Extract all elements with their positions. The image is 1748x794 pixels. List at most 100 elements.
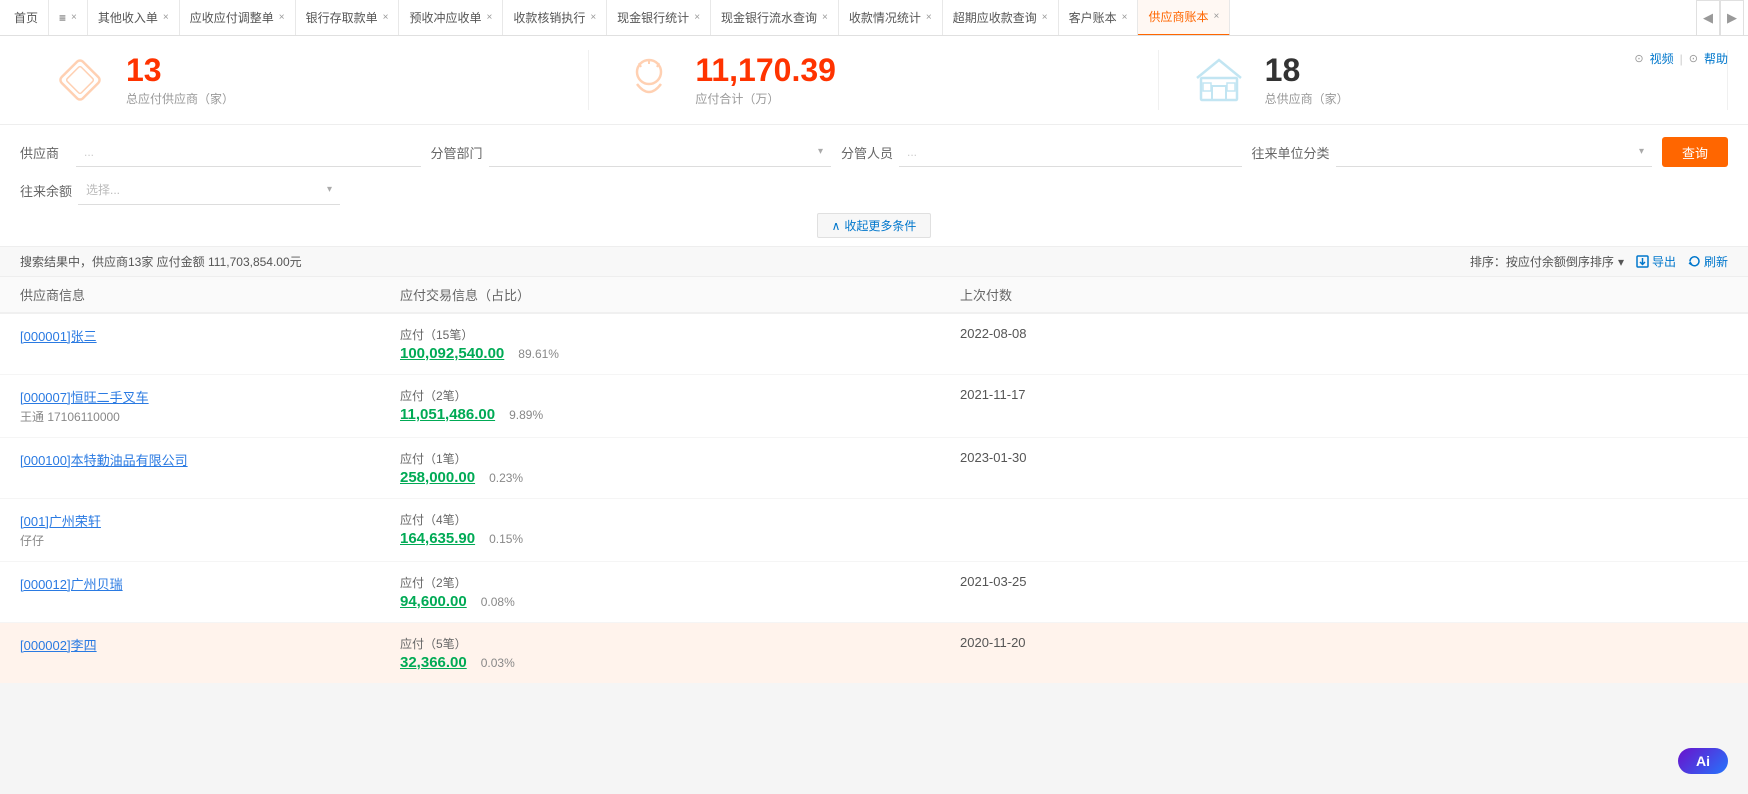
transaction-percent: 0.23% bbox=[489, 471, 523, 485]
last-payment-col: 2021-11-17 bbox=[960, 387, 1728, 402]
supplier-name: [000100]本特勤油品有限公司 bbox=[20, 450, 400, 469]
grain-icon bbox=[619, 50, 679, 110]
last-payment-col: 2021-03-25 bbox=[960, 574, 1728, 589]
diamond-icon bbox=[50, 50, 110, 110]
transaction-label: 应付（1笔） bbox=[400, 450, 960, 467]
col-header-supplier: 供应商信息 bbox=[20, 285, 400, 304]
nav-tab-close-other-income[interactable]: × bbox=[163, 12, 169, 23]
transaction-amount[interactable]: 258,000.00 bbox=[400, 469, 475, 486]
supplier-sub-info: 王通 17106110000 bbox=[20, 408, 400, 425]
collapse-button[interactable]: ∧ 收起更多条件 bbox=[817, 213, 932, 238]
supplier-name: [000001]张三 bbox=[20, 326, 400, 345]
stat-total-supplier-count: 18 bbox=[1265, 53, 1697, 88]
nav-tab-home[interactable]: 首页 bbox=[4, 0, 49, 36]
nav-tab-cash-bank-stat[interactable]: 现金银行统计× bbox=[607, 0, 711, 36]
help-link[interactable]: 帮助 bbox=[1704, 50, 1728, 67]
person-filter-label: 分管人员 bbox=[841, 143, 893, 162]
nav-tab-other-income[interactable]: 其他收入单× bbox=[88, 0, 180, 36]
filter-row-1: 供应商 ... 分管部门 ▾ 分管人员 ... 往来单位分类 ▾ bbox=[20, 137, 1728, 167]
nav-next-arrow[interactable]: ▶ bbox=[1720, 0, 1744, 36]
nav-tab-label: 收款情况统计 bbox=[849, 9, 921, 26]
supplier-name-link[interactable]: [000007]恒旺二手叉车 bbox=[20, 390, 149, 405]
transaction-label: 应付（15笔） bbox=[400, 326, 960, 343]
supplier-name-link[interactable]: [000001]张三 bbox=[20, 329, 97, 344]
nav-tab-bank-deposit[interactable]: 银行存取款单 × bbox=[296, 0, 400, 36]
person-filter-input[interactable]: ... bbox=[899, 137, 1241, 167]
nav-tab-overdue-query[interactable]: 超期应收款查询× bbox=[943, 0, 1059, 36]
category-filter-label: 往来单位分类 bbox=[1252, 143, 1330, 162]
ai-badge[interactable]: Ai bbox=[1678, 748, 1728, 774]
nav-tab-customer-account[interactable]: 客户账本 × bbox=[1059, 0, 1139, 36]
table-row: [000007]恒旺二手叉车王通 17106110000应付（2笔） 11,051… bbox=[0, 375, 1748, 438]
balance-filter-label: 往来余额 bbox=[20, 181, 72, 200]
category-filter-select[interactable]: ▾ bbox=[1336, 137, 1652, 167]
supplier-filter-label: 供应商 bbox=[20, 143, 70, 162]
last-payment-col: 2020-11-20 bbox=[960, 635, 1728, 650]
dept-filter-select[interactable]: ▾ bbox=[489, 137, 831, 167]
nav-tab-ap-adjust[interactable]: 应收应付调整单× bbox=[180, 0, 296, 36]
transaction-info-col: 应付（2笔）11,051,486.009.89% bbox=[400, 387, 960, 423]
transaction-amount[interactable]: 100,092,540.00 bbox=[400, 345, 504, 362]
nav-tab-close-receipt-verify[interactable]: × bbox=[590, 12, 596, 23]
supplier-name-link[interactable]: [000012]广州贝瑞 bbox=[20, 577, 123, 592]
stat-payable-total-label: 应付合计（万） bbox=[695, 90, 1127, 107]
nav-tab-close-overdue-query[interactable]: × bbox=[1042, 12, 1048, 23]
nav-tab-label: 银行存取款单 bbox=[306, 9, 378, 26]
result-bar-right: 排序：按应付余额倒序排序 ▾ 导出 刷新 bbox=[1470, 253, 1728, 270]
supplier-name-link[interactable]: [001]广州荣轩 bbox=[20, 514, 101, 529]
last-payment-col: 2022-08-08 bbox=[960, 326, 1728, 341]
transaction-amount[interactable]: 94,600.00 bbox=[400, 593, 467, 610]
nav-prev-arrow[interactable]: ◀ bbox=[1696, 0, 1720, 36]
nav-tab-cash-bank-flow[interactable]: 现金银行流水查询× bbox=[711, 0, 839, 36]
nav-tab-close-cash-bank-stat[interactable]: × bbox=[694, 12, 700, 23]
transaction-amount[interactable]: 32,366.00 bbox=[400, 654, 467, 671]
table-row: [000002]李四应付（5笔）32,366.000.03%2020-11-20 bbox=[0, 623, 1748, 684]
query-button[interactable]: 查询 bbox=[1662, 137, 1728, 167]
transaction-percent: 0.15% bbox=[489, 532, 523, 546]
supplier-name-link[interactable]: [000002]李四 bbox=[20, 638, 97, 653]
filter-person: 分管人员 ... bbox=[841, 137, 1242, 167]
filter-row-2: 往来余额 选择... ▾ bbox=[20, 175, 340, 205]
nav-tab-label: 客户账本 bbox=[1069, 9, 1117, 26]
table-row: [000012]广州贝瑞应付（2笔）94,600.000.08%2021-03-… bbox=[0, 562, 1748, 623]
supplier-info-col: [000002]李四 bbox=[20, 635, 400, 654]
nav-tab-receipt-stat[interactable]: 收款情况统计 × bbox=[839, 0, 943, 36]
nav-tab-close-tab3[interactable]: × bbox=[71, 12, 77, 23]
supplier-filter-input[interactable]: ... bbox=[76, 137, 421, 167]
nav-tab-close-supplier-account[interactable]: × bbox=[1213, 11, 1219, 22]
nav-tab-close-cash-bank-flow[interactable]: × bbox=[822, 12, 828, 23]
result-bar: 搜索结果中，供应商13家 应付金额 111,703,854.00元 排序：按应付… bbox=[0, 247, 1748, 277]
dept-filter-label: 分管部门 bbox=[431, 143, 483, 162]
nav-tab-close-receipt-stat[interactable]: × bbox=[926, 12, 932, 23]
nav-tab-prepaid-collect[interactable]: 预收冲应收单× bbox=[399, 0, 503, 36]
nav-tab-supplier-account[interactable]: 供应商账本× bbox=[1138, 0, 1230, 36]
transaction-amount[interactable]: 11,051,486.00 bbox=[400, 406, 495, 423]
transaction-info-col: 应付（1笔） 258,000.00 0.23% bbox=[400, 450, 960, 486]
supplier-info-col: [000007]恒旺二手叉车王通 17106110000 bbox=[20, 387, 400, 425]
stat-payable-total-number: 11,170.39 bbox=[695, 53, 1127, 88]
transaction-amount[interactable]: 164,635.90 bbox=[400, 530, 475, 547]
nav-tab-tab3[interactable]: ≡× bbox=[49, 0, 88, 36]
refresh-button[interactable]: 刷新 bbox=[1688, 253, 1728, 270]
transaction-label: 应付（2笔） bbox=[400, 387, 960, 404]
nav-tab-receipt-verify[interactable]: 收款核销执行× bbox=[503, 0, 607, 36]
col-header-transaction: 应付交易信息（占比） bbox=[400, 285, 960, 304]
balance-filter-select[interactable]: 选择... ▾ bbox=[78, 175, 340, 205]
table-row: [000001]张三应付（15笔）100,092,540.0089.61%202… bbox=[0, 314, 1748, 375]
nav-tab-close-customer-account[interactable]: × bbox=[1122, 12, 1128, 23]
stat-payable-supplier-label: 总应付供应商（家） bbox=[126, 90, 558, 107]
nav-tab-close-prepaid-collect[interactable]: × bbox=[486, 12, 492, 23]
nav-tab-close-ap-adjust[interactable]: × bbox=[279, 12, 285, 23]
collapse-row: ∧ 收起更多条件 bbox=[20, 213, 1728, 238]
filter-area: 供应商 ... 分管部门 ▾ 分管人员 ... 往来单位分类 ▾ bbox=[0, 125, 1748, 247]
collapse-up-icon: ∧ bbox=[832, 219, 841, 233]
video-link[interactable]: 视频 bbox=[1650, 50, 1674, 67]
top-navigation: 首页≡×其他收入单×应收应付调整单×银行存取款单×预收冲应收单×收款核销执行×现… bbox=[0, 0, 1748, 36]
nav-tab-label: ≡ bbox=[59, 11, 66, 25]
export-button[interactable]: 导出 bbox=[1636, 253, 1676, 270]
sort-select[interactable]: 排序：按应付余额倒序排序 ▾ bbox=[1470, 253, 1624, 270]
nav-tab-close-bank-deposit[interactable]: × bbox=[383, 12, 389, 23]
supplier-name-link[interactable]: [000100]本特勤油品有限公司 bbox=[20, 453, 188, 468]
table-header: 供应商信息 应付交易信息（占比） 上次付数 bbox=[0, 277, 1748, 314]
result-summary-text: 搜索结果中，供应商13家 应付金额 111,703,854.00元 bbox=[20, 253, 302, 270]
